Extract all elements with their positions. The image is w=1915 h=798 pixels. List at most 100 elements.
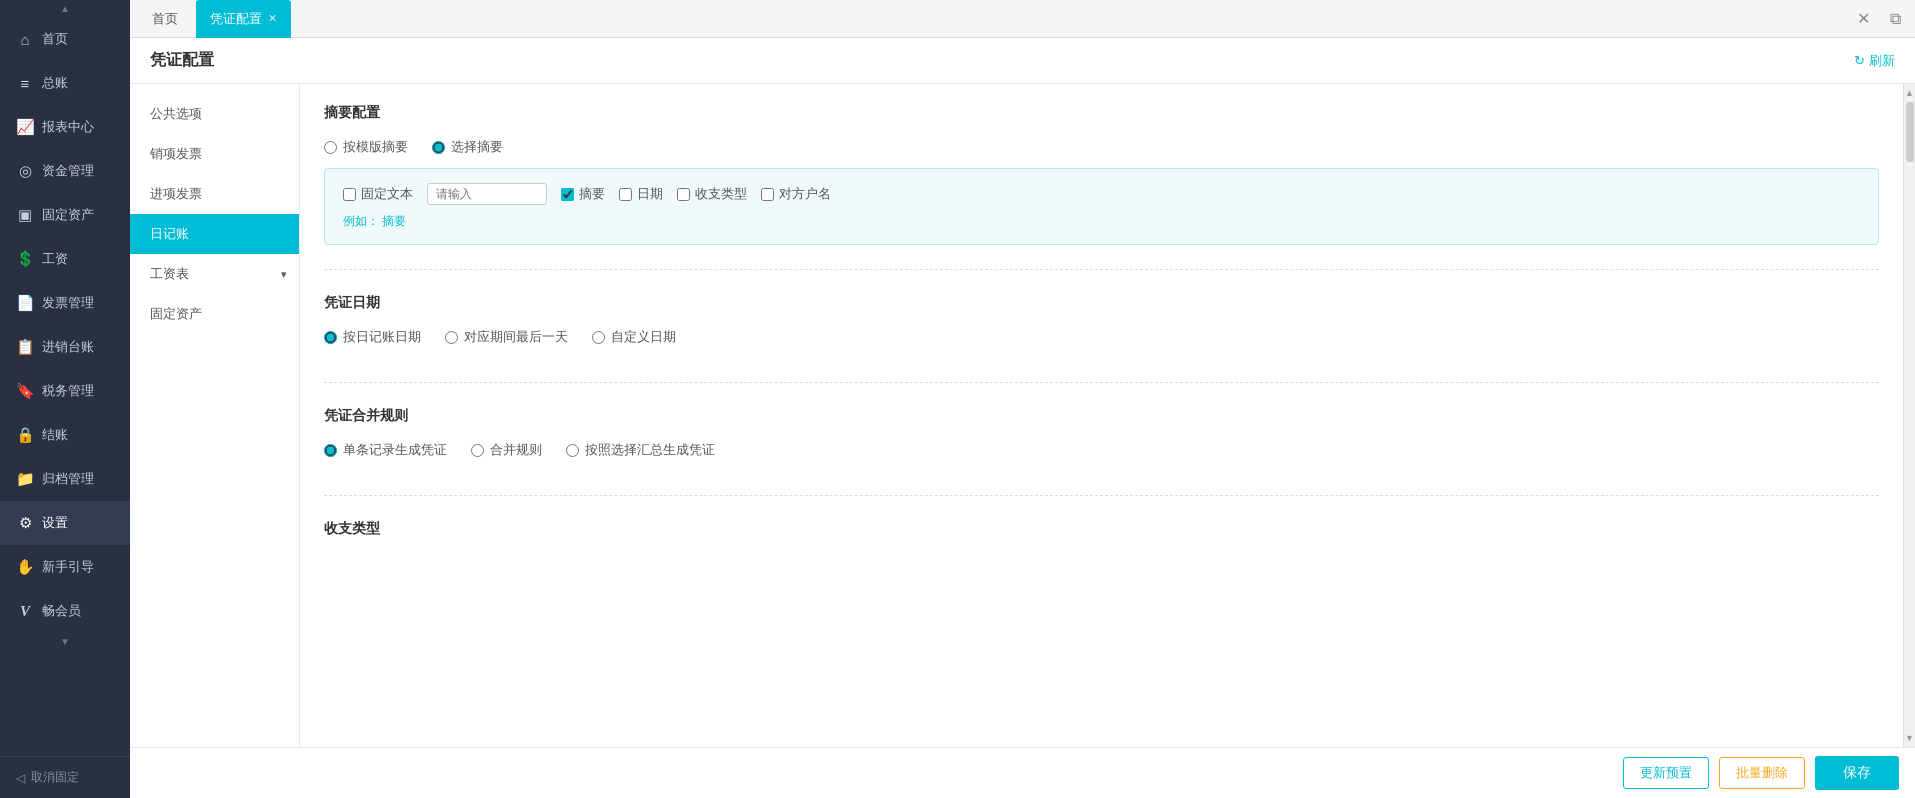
summary-label: 摘要 bbox=[579, 185, 605, 203]
sidebar-item-label: 总账 bbox=[42, 74, 68, 92]
sidebar-scroll-up[interactable]: ▲ bbox=[0, 0, 130, 17]
pin-icon: ◁ bbox=[16, 771, 25, 785]
tab-bar-actions: ✕ ⧉ bbox=[1851, 7, 1907, 30]
by-journal-date-option[interactable]: 按日记账日期 bbox=[324, 328, 421, 346]
sidebar-item-tax[interactable]: 🔖 税务管理 bbox=[0, 369, 130, 413]
income-type-label: 收支类型 bbox=[695, 185, 747, 203]
refresh-button[interactable]: ↻ 刷新 bbox=[1854, 52, 1895, 70]
sidebar-item-report[interactable]: 📈 报表中心 bbox=[0, 105, 130, 149]
income-type-checkbox[interactable] bbox=[677, 188, 690, 201]
summary-checkbox-option[interactable]: 摘要 bbox=[561, 185, 605, 203]
sidebar-item-settings[interactable]: ⚙ 设置 bbox=[0, 501, 130, 545]
left-nav: 公共选项 销项发票 进项发票 日记账 工资表 ▾ 固定资产 bbox=[130, 84, 300, 747]
preview-text: 例如： 摘要 bbox=[343, 213, 1860, 230]
fixed-text-input[interactable] bbox=[427, 183, 547, 205]
save-button[interactable]: 保存 bbox=[1815, 756, 1899, 790]
sidebar-bottom-label: 取消固定 bbox=[31, 769, 79, 786]
update-preview-button[interactable]: 更新预置 bbox=[1623, 757, 1709, 789]
single-record-radio[interactable] bbox=[324, 444, 337, 457]
body-layout: 公共选项 销项发票 进项发票 日记账 工资表 ▾ 固定资产 bbox=[130, 84, 1915, 747]
left-nav-label: 进项发票 bbox=[150, 186, 202, 201]
sidebar-item-funds[interactable]: ◎ 资金管理 bbox=[0, 149, 130, 193]
sidebar: ▲ ⌂ 首页 ≡ 总账 📈 报表中心 ◎ 资金管理 ▣ 固定资产 💲 工资 📄 … bbox=[0, 0, 130, 798]
sidebar-unpin-button[interactable]: ◁ 取消固定 bbox=[0, 756, 130, 798]
left-nav-item-assets[interactable]: 固定资产 bbox=[130, 294, 299, 334]
single-record-option[interactable]: 单条记录生成凭证 bbox=[324, 441, 447, 459]
select-summary-option[interactable]: 选择摘要 bbox=[432, 138, 503, 156]
counterpart-label: 对方户名 bbox=[779, 185, 831, 203]
select-summary-radio[interactable] bbox=[432, 141, 445, 154]
summary-checkbox-row: 固定文本 摘要 日期 bbox=[343, 183, 1860, 205]
batch-delete-button[interactable]: 批量删除 bbox=[1719, 757, 1805, 789]
left-nav-label: 公共选项 bbox=[150, 106, 202, 121]
merge-rule-radio[interactable] bbox=[471, 444, 484, 457]
sidebar-item-vip[interactable]: V 畅会员 bbox=[0, 589, 130, 633]
sidebar-item-label: 发票管理 bbox=[42, 294, 94, 312]
sidebar-item-purchase[interactable]: 📋 进销台账 bbox=[0, 325, 130, 369]
batch-generate-radio[interactable] bbox=[566, 444, 579, 457]
left-nav-item-sales[interactable]: 销项发票 bbox=[130, 134, 299, 174]
scroll-thumb[interactable] bbox=[1906, 102, 1914, 162]
refresh-label: 刷新 bbox=[1869, 52, 1895, 70]
scroll-up-button[interactable]: ▲ bbox=[1904, 86, 1916, 100]
merge-rule-section: 凭证合并规则 单条记录生成凭证 合并规则 bbox=[324, 407, 1879, 496]
home-icon: ⌂ bbox=[16, 31, 34, 48]
batch-generate-option[interactable]: 按照选择汇总生成凭证 bbox=[566, 441, 715, 459]
merge-rule-title: 凭证合并规则 bbox=[324, 407, 1879, 425]
sidebar-scroll-down[interactable]: ▼ bbox=[0, 633, 130, 650]
last-day-radio[interactable] bbox=[445, 331, 458, 344]
sidebar-item-archive[interactable]: 📁 归档管理 bbox=[0, 457, 130, 501]
sidebar-item-label: 归档管理 bbox=[42, 470, 94, 488]
sidebar-item-label: 固定资产 bbox=[42, 206, 94, 224]
custom-date-option[interactable]: 自定义日期 bbox=[592, 328, 676, 346]
left-nav-item-journal[interactable]: 日记账 bbox=[130, 214, 299, 254]
merge-rule-radio-group: 单条记录生成凭证 合并规则 按照选择汇总生成凭证 bbox=[324, 441, 1879, 459]
summary-checkbox[interactable] bbox=[561, 188, 574, 201]
summary-config-box: 固定文本 摘要 日期 bbox=[324, 168, 1879, 245]
sidebar-item-label: 进销台账 bbox=[42, 338, 94, 356]
scroll-down-button[interactable]: ▼ bbox=[1904, 731, 1916, 745]
tab-bar: 首页 凭证配置 ✕ ✕ ⧉ bbox=[130, 0, 1915, 38]
date-checkbox-option[interactable]: 日期 bbox=[619, 185, 663, 203]
counterpart-checkbox[interactable] bbox=[761, 188, 774, 201]
template-summary-option[interactable]: 按模版摘要 bbox=[324, 138, 408, 156]
merge-rule-option[interactable]: 合并规则 bbox=[471, 441, 542, 459]
tab-voucher-config[interactable]: 凭证配置 ✕ bbox=[196, 0, 291, 38]
content-area: 凭证配置 ↻ 刷新 公共选项 销项发票 进项发票 日记账 bbox=[130, 38, 1915, 798]
custom-date-radio[interactable] bbox=[592, 331, 605, 344]
income-type-section: 收支类型 bbox=[324, 520, 1879, 578]
counterpart-checkbox-option[interactable]: 对方户名 bbox=[761, 185, 831, 203]
bottom-bar: 更新预置 批量删除 保存 bbox=[130, 747, 1915, 798]
guide-icon: ✋ bbox=[16, 558, 34, 576]
tab-close-icon[interactable]: ✕ bbox=[268, 12, 277, 25]
window-close-button[interactable]: ✕ bbox=[1851, 7, 1876, 30]
sidebar-item-payroll[interactable]: 💲 工资 bbox=[0, 237, 130, 281]
left-nav-item-public[interactable]: 公共选项 bbox=[130, 94, 299, 134]
window-restore-button[interactable]: ⧉ bbox=[1884, 7, 1907, 30]
by-journal-date-radio[interactable] bbox=[324, 331, 337, 344]
left-nav-item-payroll[interactable]: 工资表 ▾ bbox=[130, 254, 299, 294]
fixed-text-checkbox[interactable] bbox=[343, 188, 356, 201]
income-type-section-title: 收支类型 bbox=[324, 520, 1879, 538]
fixed-text-checkbox-option[interactable]: 固定文本 bbox=[343, 185, 413, 203]
last-day-option[interactable]: 对应期间最后一天 bbox=[445, 328, 568, 346]
income-type-checkbox-option[interactable]: 收支类型 bbox=[677, 185, 747, 203]
template-summary-radio[interactable] bbox=[324, 141, 337, 154]
left-nav-label: 固定资产 bbox=[150, 306, 202, 321]
sidebar-item-ledger[interactable]: ≡ 总账 bbox=[0, 61, 130, 105]
sidebar-item-home[interactable]: ⌂ 首页 bbox=[0, 17, 130, 61]
left-nav-label: 日记账 bbox=[150, 226, 189, 241]
sidebar-item-invoice[interactable]: 📄 发票管理 bbox=[0, 281, 130, 325]
left-nav-item-purchase[interactable]: 进项发票 bbox=[130, 174, 299, 214]
sidebar-item-close[interactable]: 🔒 结账 bbox=[0, 413, 130, 457]
date-checkbox[interactable] bbox=[619, 188, 632, 201]
template-summary-label: 按模版摘要 bbox=[343, 138, 408, 156]
sidebar-item-assets[interactable]: ▣ 固定资产 bbox=[0, 193, 130, 237]
sidebar-item-guide[interactable]: ✋ 新手引导 bbox=[0, 545, 130, 589]
preview-label: 例如： bbox=[343, 214, 379, 228]
report-icon: 📈 bbox=[16, 118, 34, 136]
scrollbar-track: ▲ ▼ bbox=[1903, 84, 1915, 747]
left-nav-label: 销项发票 bbox=[150, 146, 202, 161]
sidebar-item-label: 畅会员 bbox=[42, 602, 81, 620]
tab-home[interactable]: 首页 bbox=[138, 0, 192, 38]
